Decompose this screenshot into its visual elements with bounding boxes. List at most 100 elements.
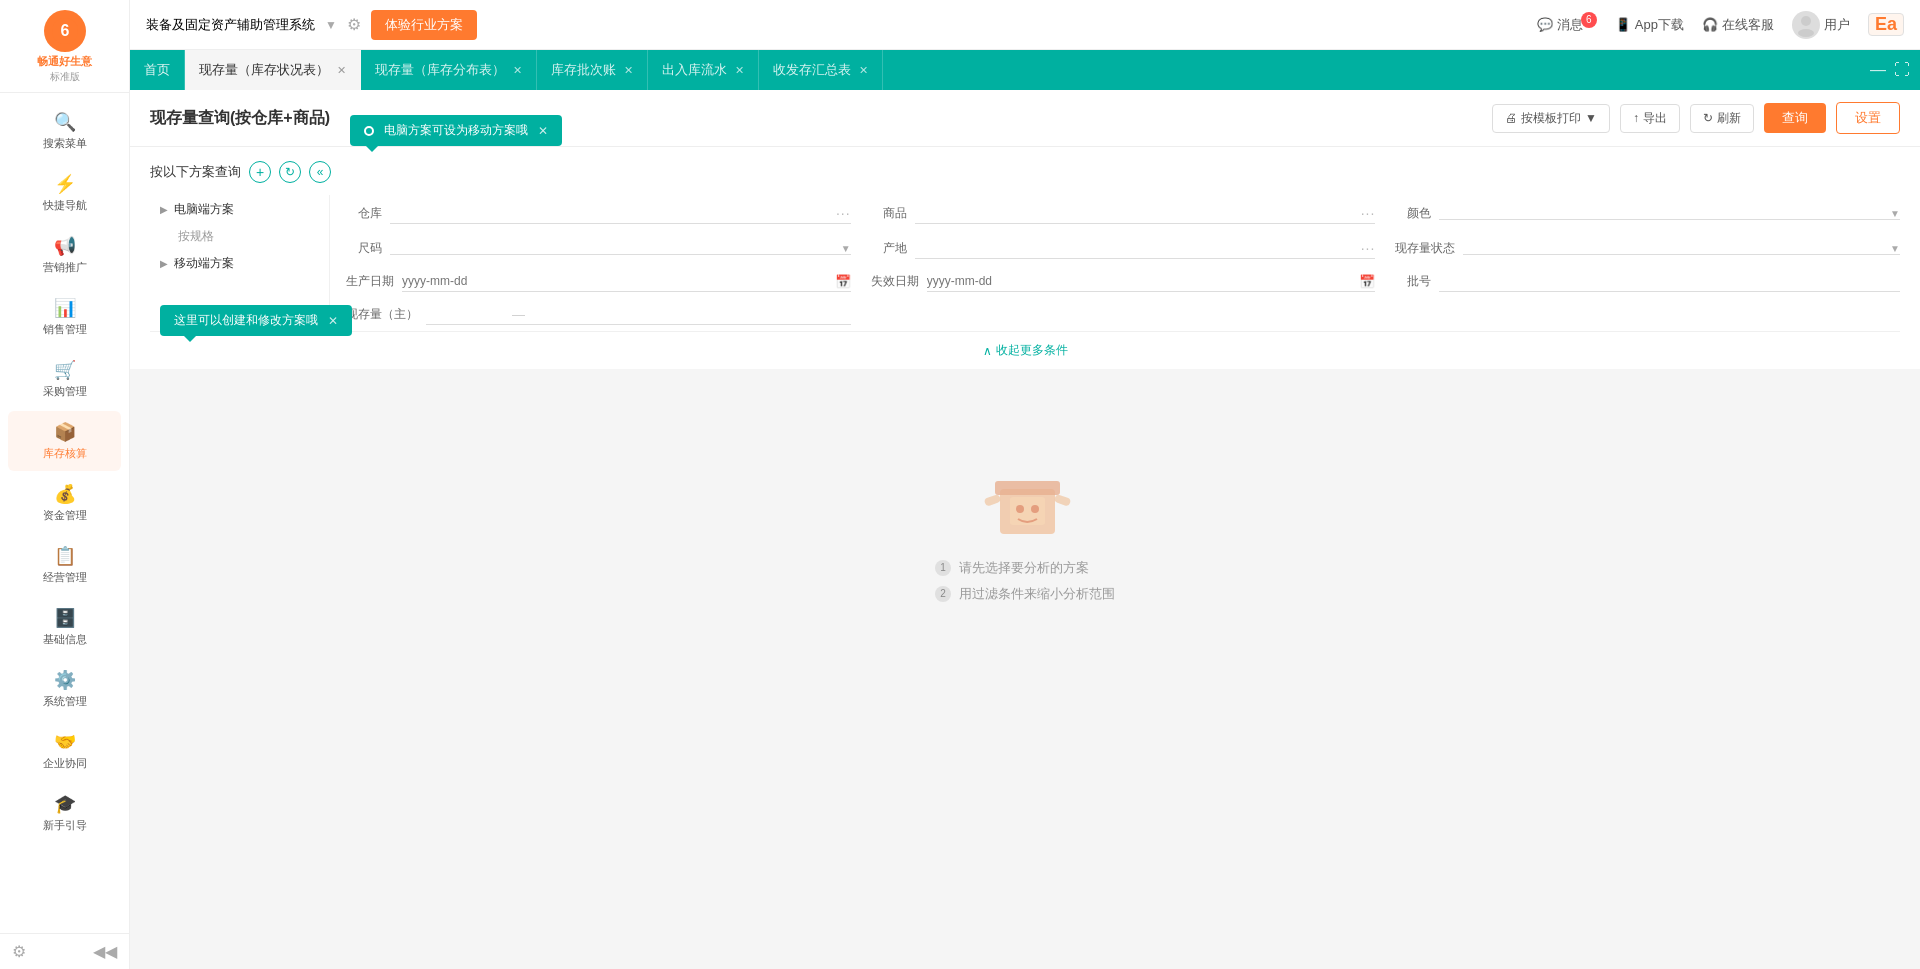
sidebar-item-guide[interactable]: 🎓 新手引导: [8, 783, 121, 843]
tab-label: 库存批次账: [551, 61, 616, 79]
tab-close-icon[interactable]: ✕: [513, 64, 522, 77]
page-actions: 🖨 按模板打印 ▼ ↑ 导出 ↻ 刷新 查询 设置: [1492, 102, 1900, 134]
settings-icon[interactable]: ⚙: [12, 942, 26, 961]
tab-expand-icon[interactable]: ⛶: [1894, 61, 1910, 79]
scheme-mobile-item[interactable]: ▶ 移动端方案: [150, 249, 319, 278]
amount-min-input[interactable]: [426, 304, 506, 324]
tab-in-out-flow[interactable]: 出入库流水 ✕: [648, 50, 759, 90]
empty-tips: 1 请先选择要分析的方案 2 用过滤条件来缩小分析范围: [935, 555, 1115, 607]
empty-tip-1: 1 请先选择要分析的方案: [935, 555, 1115, 581]
status-dropdown-icon[interactable]: ▼: [1890, 243, 1900, 254]
sidebar-item-inventory[interactable]: 📦 库存核算: [8, 411, 121, 471]
sidebar-item-enterprise[interactable]: 🤝 企业协同: [8, 721, 121, 781]
tab-close-icon[interactable]: ✕: [624, 64, 633, 77]
tab-inventory-status[interactable]: 现存量（库存状况表） ✕: [185, 50, 361, 90]
filter-field-exp-date: 失效日期 📅: [871, 271, 1376, 292]
color-dropdown-icon[interactable]: ▼: [1890, 208, 1900, 219]
tab-minimize-icon[interactable]: —: [1870, 61, 1886, 79]
top-header: 装备及固定资产辅助管理系统 ▼ ⚙ 体验行业方案 💬 消息 6 📱 App下载 …: [130, 0, 1920, 50]
prod-date-input[interactable]: [402, 271, 835, 291]
sidebar-item-label: 系统管理: [43, 694, 87, 709]
amount-max-input[interactable]: [531, 304, 611, 324]
scheme-sub-item[interactable]: 按规格: [170, 224, 319, 249]
tab-close-icon[interactable]: ✕: [859, 64, 868, 77]
collapse-up-icon: ∧: [983, 344, 992, 358]
tab-receipt-summary[interactable]: 收发存汇总表 ✕: [759, 50, 883, 90]
marketing-icon: 📢: [54, 235, 76, 257]
product-dots-icon[interactable]: ···: [1361, 205, 1376, 221]
batch-input[interactable]: [1439, 271, 1900, 291]
exp-date-input[interactable]: [927, 271, 1360, 291]
tab-batch-ledger[interactable]: 库存批次账 ✕: [537, 50, 648, 90]
sidebar-item-label: 新手引导: [43, 818, 87, 833]
collapse-icon[interactable]: ◀◀: [93, 942, 117, 961]
sidebar-item-basic-info[interactable]: 🗄️ 基础信息: [8, 597, 121, 657]
tip-text-2: 用过滤条件来缩小分析范围: [959, 581, 1115, 607]
prod-date-cal-icon[interactable]: 📅: [835, 274, 851, 289]
message-icon: 💬: [1537, 17, 1553, 32]
sidebar-item-sales[interactable]: 📊 销售管理: [8, 287, 121, 347]
app-download-label: App下载: [1635, 16, 1684, 34]
sidebar-item-management[interactable]: 📋 经营管理: [8, 535, 121, 595]
message-label: 消息: [1557, 16, 1583, 34]
collapse-button[interactable]: ∧ 收起更多条件: [983, 342, 1068, 359]
user-label: 用户: [1824, 16, 1850, 34]
warehouse-input[interactable]: [390, 203, 836, 223]
svg-rect-6: [1010, 497, 1045, 525]
sidebar-item-purchase[interactable]: 🛒 采购管理: [8, 349, 121, 409]
exp-date-cal-icon[interactable]: 📅: [1359, 274, 1375, 289]
color-select-wrap: ▼: [1439, 208, 1900, 220]
tip-number-2: 2: [935, 586, 951, 602]
size-dropdown-icon[interactable]: ▼: [841, 243, 851, 254]
filter-field-product: 商品 ···: [871, 203, 1376, 224]
print-button[interactable]: 🖨 按模板打印 ▼: [1492, 104, 1610, 133]
collapse-row: ∧ 收起更多条件: [150, 331, 1900, 369]
tab-home[interactable]: 首页: [130, 50, 185, 90]
sidebar-item-search[interactable]: 🔍 搜索菜单: [8, 101, 121, 161]
avatar: [1792, 11, 1820, 39]
sidebar-item-marketing[interactable]: 📢 营销推广: [8, 225, 121, 285]
sidebar-item-shortcut[interactable]: ⚡ 快捷导航: [8, 163, 121, 223]
caret-icon: ▶: [160, 258, 168, 269]
tooltip-scheme-create: 这里可以创建和修改方案哦 ✕: [160, 305, 352, 336]
tab-close-icon[interactable]: ✕: [735, 64, 744, 77]
warehouse-dots-icon[interactable]: ···: [836, 205, 851, 221]
user-btn[interactable]: 用户: [1792, 11, 1850, 39]
trial-button[interactable]: 体验行业方案: [371, 10, 477, 40]
sidebar-item-system[interactable]: ⚙️ 系统管理: [8, 659, 121, 719]
prod-date-label: 生产日期: [346, 273, 394, 290]
main-area: 装备及固定资产辅助管理系统 ▼ ⚙ 体验行业方案 💬 消息 6 📱 App下载 …: [130, 0, 1920, 969]
settings-icon[interactable]: ⚙: [347, 15, 361, 34]
scheme-pc-item[interactable]: ▶ 电脑端方案: [150, 195, 319, 224]
color-select-val: [1439, 210, 1890, 216]
filter-title: 按以下方案查询: [150, 163, 241, 181]
size-select-val: [390, 245, 841, 251]
reset-button[interactable]: 设置: [1836, 102, 1900, 134]
message-btn[interactable]: 💬 消息 6: [1537, 16, 1597, 34]
refresh-button[interactable]: ↻ 刷新: [1690, 104, 1754, 133]
filter-add-button[interactable]: +: [249, 161, 271, 183]
origin-dots-icon[interactable]: ···: [1361, 240, 1376, 256]
tab-close-icon[interactable]: ✕: [337, 64, 346, 77]
origin-label: 产地: [871, 240, 907, 257]
filter-refresh-button[interactable]: ↻: [279, 161, 301, 183]
filter-back-button[interactable]: «: [309, 161, 331, 183]
product-input[interactable]: [915, 203, 1361, 223]
online-support-btn[interactable]: 🎧 在线客服: [1702, 16, 1774, 34]
app-download-btn[interactable]: 📱 App下载: [1615, 16, 1684, 34]
export-button[interactable]: ↑ 导出: [1620, 104, 1680, 133]
sidebar: 6 畅通好生意 标准版 🔍 搜索菜单 ⚡ 快捷导航 📢 营销推广 📊 销售管理 …: [0, 0, 130, 969]
query-button[interactable]: 查询: [1764, 103, 1826, 133]
tooltip-close-icon[interactable]: ✕: [328, 314, 338, 328]
sidebar-bottom: ⚙ ◀◀: [0, 933, 129, 969]
dropdown-arrow-icon: ▼: [325, 18, 337, 32]
ea-badge[interactable]: Ea: [1868, 13, 1904, 36]
sidebar-item-finance[interactable]: 💰 资金管理: [8, 473, 121, 533]
tab-inventory-dist[interactable]: 现存量（库存分布表） ✕: [361, 50, 537, 90]
tooltip-close-icon[interactable]: ✕: [538, 124, 548, 138]
origin-input[interactable]: [915, 238, 1361, 258]
exp-date-input-wrap: 📅: [927, 271, 1376, 292]
page-content: 现存量查询(按仓库+商品) 🖨 按模板打印 ▼ ↑ 导出 ↻ 刷新 查询 设置: [130, 90, 1920, 969]
sidebar-item-label: 基础信息: [43, 632, 87, 647]
refresh-label: 刷新: [1717, 110, 1741, 127]
